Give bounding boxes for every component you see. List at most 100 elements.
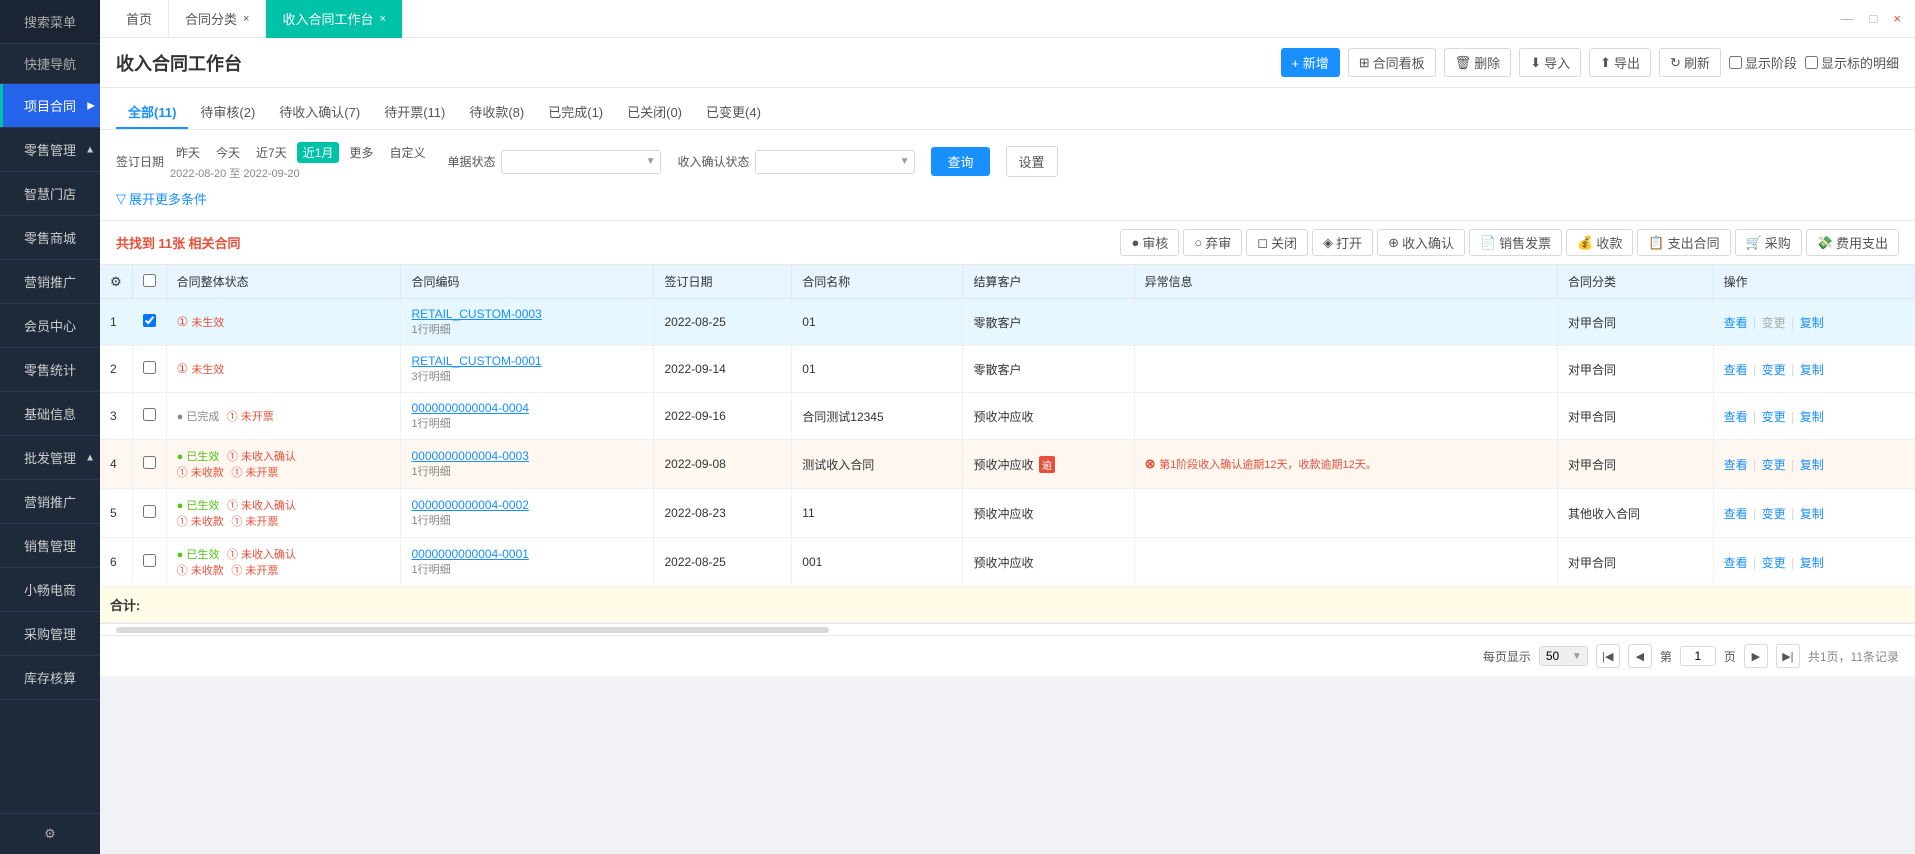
- filter-tab-changed[interactable]: 已变更(4): [694, 96, 773, 129]
- toolbar-purchase-btn[interactable]: 🛒 采购: [1735, 229, 1802, 256]
- select-all-checkbox[interactable]: [143, 274, 156, 287]
- search-button[interactable]: 查询: [931, 147, 989, 176]
- income-confirm-select[interactable]: [755, 150, 915, 174]
- expand-conditions-btn[interactable]: ▽ 展开更多条件: [116, 189, 1899, 208]
- row2-code-link[interactable]: RETAIL_CUSTOM-0001: [411, 354, 541, 368]
- sidebar-item-retail-stats[interactable]: 零售统计: [0, 348, 100, 392]
- shortcut-today[interactable]: 今天: [210, 142, 246, 163]
- row3-change-btn[interactable]: 变更: [1762, 410, 1786, 424]
- tab-home[interactable]: 首页: [110, 0, 169, 38]
- page-input[interactable]: [1680, 646, 1716, 666]
- sidebar-item-member[interactable]: 会员中心: [0, 304, 100, 348]
- tab-contract-category[interactable]: 合同分类 ×: [169, 0, 266, 38]
- toolbar-review-btn[interactable]: ● 审核: [1120, 229, 1179, 256]
- row2-checkbox[interactable]: [132, 346, 166, 393]
- horizontal-scrollbar[interactable]: [116, 627, 829, 633]
- toolbar-expense-out-btn[interactable]: 💸 费用支出: [1806, 229, 1899, 256]
- toolbar-close-btn[interactable]: ◻ 关闭: [1246, 229, 1308, 256]
- sidebar-quick-nav[interactable]: 快捷导航: [0, 44, 100, 84]
- tab-income-workbench[interactable]: 收入合同工作台 ×: [266, 0, 402, 38]
- page-prev-btn[interactable]: ◀: [1628, 644, 1652, 668]
- sidebar-item-smart-store[interactable]: 智慧门店: [0, 172, 100, 216]
- page-first-btn[interactable]: |◀: [1596, 644, 1620, 668]
- col-settings[interactable]: ⚙: [100, 265, 132, 299]
- row4-checkbox[interactable]: [132, 440, 166, 489]
- sidebar-item-marketing2[interactable]: 营销推广: [0, 480, 100, 524]
- contract-board-button[interactable]: ⊞ 合同看板: [1348, 48, 1436, 77]
- filter-tab-pending-review[interactable]: 待审核(2): [188, 96, 267, 129]
- row4-copy-btn[interactable]: 复制: [1800, 458, 1824, 472]
- row5-code-link[interactable]: 0000000000004-0002: [411, 498, 528, 512]
- doc-status-select[interactable]: [501, 150, 661, 174]
- close-window-btn[interactable]: ×: [1889, 11, 1905, 26]
- filter-tab-completed[interactable]: 已完成(1): [536, 96, 615, 129]
- row6-view-btn[interactable]: 查看: [1724, 556, 1748, 570]
- sidebar-item-retail-mall[interactable]: 零售商城: [0, 216, 100, 260]
- maximize-btn[interactable]: □: [1866, 11, 1882, 26]
- row1-view-btn[interactable]: 查看: [1724, 316, 1748, 330]
- sidebar-item-marketing[interactable]: 营销推广: [0, 260, 100, 304]
- page-size-select[interactable]: 10 20 50 100: [1539, 646, 1588, 666]
- toolbar-out-contract-btn[interactable]: 📋 支出合同: [1637, 229, 1730, 256]
- row1-code-link[interactable]: RETAIL_CUSTOM-0003: [411, 307, 541, 321]
- shortcut-1month[interactable]: 近1月: [297, 142, 340, 163]
- row5-change-btn[interactable]: 变更: [1762, 507, 1786, 521]
- close-income-workbench-tab[interactable]: ×: [379, 13, 385, 25]
- sidebar-item-purchase-mgmt[interactable]: 采购管理: [0, 612, 100, 656]
- settings-button[interactable]: 设置: [1006, 146, 1058, 177]
- page-next-btn[interactable]: ▶: [1744, 644, 1768, 668]
- close-contract-category-tab[interactable]: ×: [243, 13, 249, 25]
- toolbar-payment-btn[interactable]: 💰 收款: [1566, 229, 1633, 256]
- sidebar-item-project[interactable]: 项目合同 ▶: [0, 84, 100, 128]
- row4-code-link[interactable]: 0000000000004-0003: [411, 449, 528, 463]
- delete-button[interactable]: 🗑 删除: [1444, 48, 1512, 77]
- row2-change-btn[interactable]: 变更: [1762, 363, 1786, 377]
- toolbar-open-btn[interactable]: ◈ 打开: [1312, 229, 1373, 256]
- row1-copy-btn[interactable]: 复制: [1800, 316, 1824, 330]
- sidebar-item-base-info[interactable]: 基础信息: [0, 392, 100, 436]
- row6-change-btn[interactable]: 变更: [1762, 556, 1786, 570]
- sidebar-item-xiaochu[interactable]: 小畅电商: [0, 568, 100, 612]
- shortcut-custom[interactable]: 自定义: [383, 142, 431, 163]
- row3-checkbox[interactable]: [132, 393, 166, 440]
- col-checkbox[interactable]: [132, 265, 166, 299]
- row1-change-btn[interactable]: 变更: [1762, 316, 1786, 330]
- filter-tab-closed[interactable]: 已关闭(0): [615, 96, 694, 129]
- row4-change-btn[interactable]: 变更: [1762, 458, 1786, 472]
- toolbar-abandon-btn[interactable]: ○ 弃审: [1183, 229, 1242, 256]
- minimize-btn[interactable]: —: [1837, 11, 1858, 26]
- show-segment-checkbox[interactable]: 显示阶段: [1729, 53, 1797, 72]
- import-button[interactable]: ⬇ 导入: [1519, 48, 1581, 77]
- row6-copy-btn[interactable]: 复制: [1800, 556, 1824, 570]
- sidebar-settings[interactable]: ⚙: [0, 813, 100, 854]
- row2-view-btn[interactable]: 查看: [1724, 363, 1748, 377]
- row5-checkbox[interactable]: [132, 489, 166, 538]
- row6-code-link[interactable]: 0000000000004-0001: [411, 547, 528, 561]
- row3-copy-btn[interactable]: 复制: [1800, 410, 1824, 424]
- row1-checkbox[interactable]: [132, 299, 166, 346]
- shortcut-yesterday[interactable]: 昨天: [170, 142, 206, 163]
- sidebar-item-retail-mgmt[interactable]: 零售管理 ▲: [0, 128, 100, 172]
- horizontal-scroll-area[interactable]: [100, 623, 1915, 635]
- sidebar-item-sales-mgmt[interactable]: 销售管理: [0, 524, 100, 568]
- filter-tab-pending-income-confirm[interactable]: 待收入确认(7): [267, 96, 372, 129]
- toolbar-sales-invoice-btn[interactable]: 📄 销售发票: [1469, 229, 1562, 256]
- filter-tab-pending-invoice[interactable]: 待开票(11): [372, 96, 457, 129]
- page-last-btn[interactable]: ▶|: [1776, 644, 1800, 668]
- filter-tab-pending-payment[interactable]: 待收款(8): [457, 96, 536, 129]
- shortcut-more[interactable]: 更多: [343, 142, 379, 163]
- row5-copy-btn[interactable]: 复制: [1800, 507, 1824, 521]
- sidebar-item-inventory[interactable]: 库存核算: [0, 656, 100, 700]
- refresh-button[interactable]: ↻ 刷新: [1659, 48, 1721, 77]
- filter-tab-all[interactable]: 全部(11): [116, 96, 188, 129]
- export-button[interactable]: ⬆ 导出: [1589, 48, 1651, 77]
- row2-copy-btn[interactable]: 复制: [1800, 363, 1824, 377]
- row6-checkbox[interactable]: [132, 538, 166, 587]
- new-button[interactable]: + 新增: [1281, 48, 1340, 77]
- row5-view-btn[interactable]: 查看: [1724, 507, 1748, 521]
- sidebar-search[interactable]: 搜索菜单: [0, 0, 100, 44]
- row3-code-link[interactable]: 0000000000004-0004: [411, 401, 528, 415]
- row4-view-btn[interactable]: 查看: [1724, 458, 1748, 472]
- show-detail-checkbox[interactable]: 显示标的明细: [1805, 53, 1899, 72]
- sidebar-item-wholesale-mgmt[interactable]: 批发管理 ▲: [0, 436, 100, 480]
